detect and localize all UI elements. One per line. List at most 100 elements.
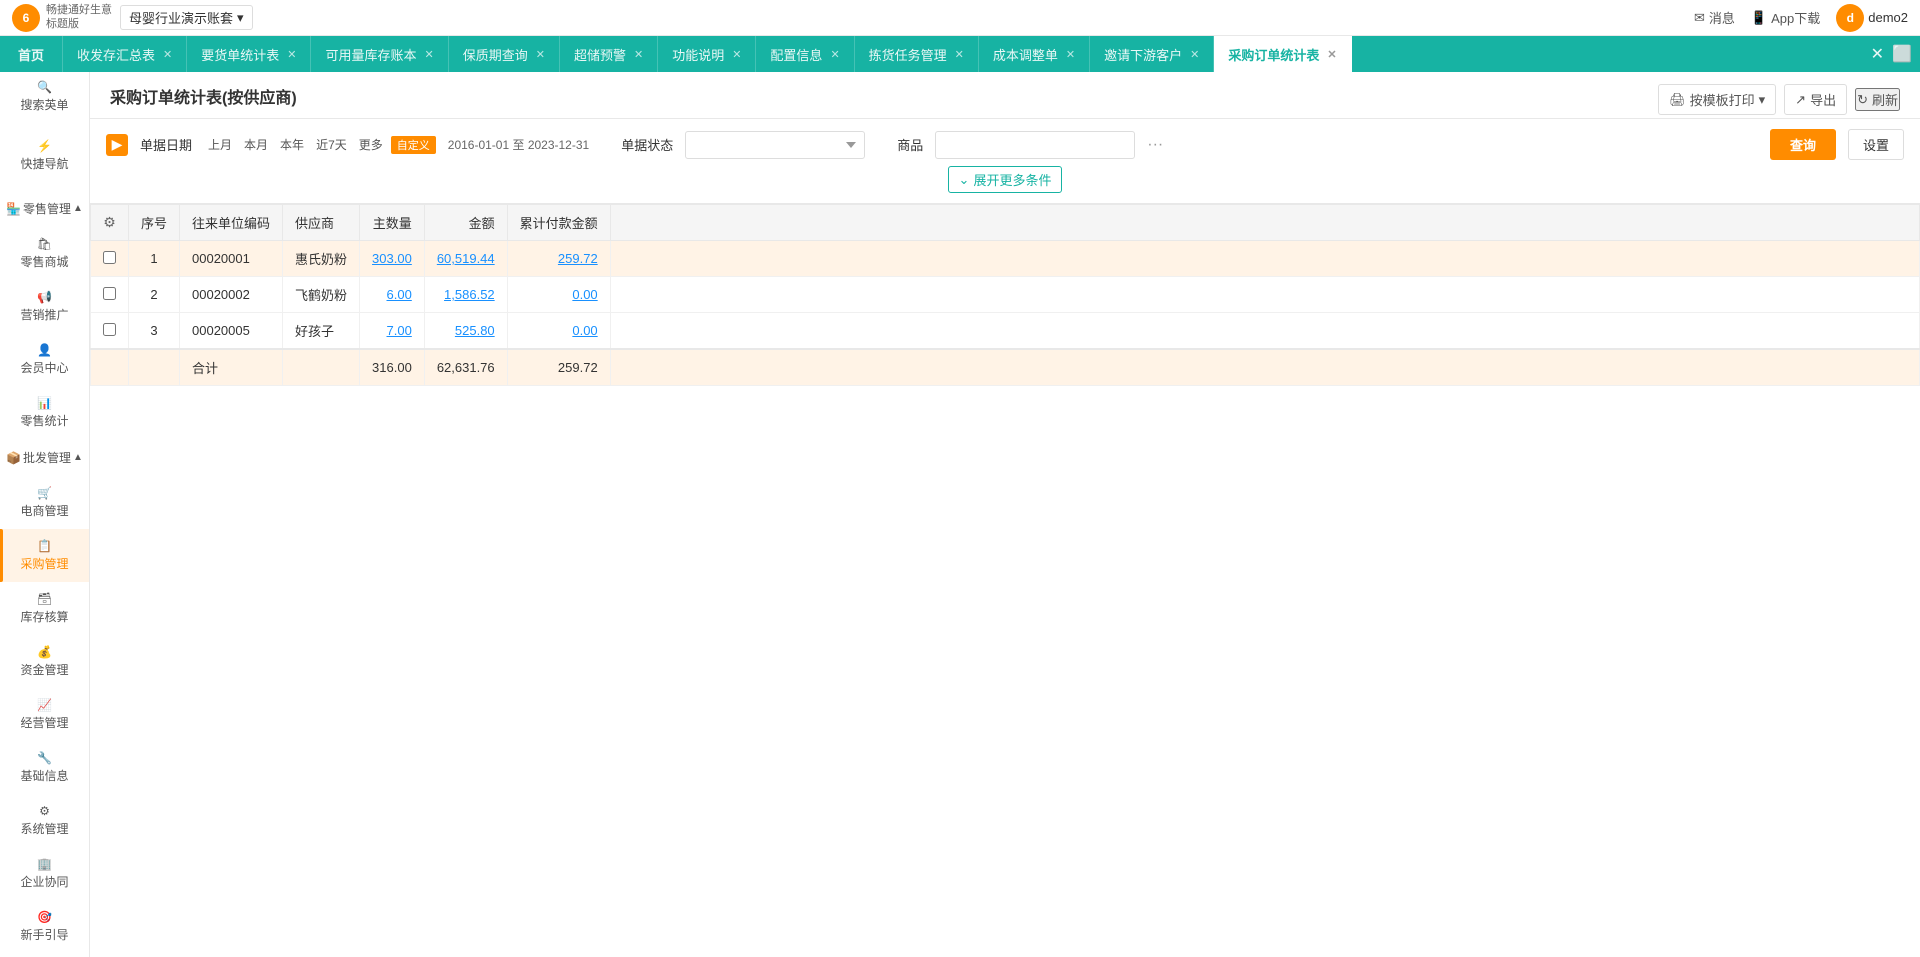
export-button[interactable]: ↗ 导出 [1784, 84, 1847, 115]
basic-icon: 🔧 [37, 751, 52, 765]
row-paid[interactable]: 259.72 [507, 241, 610, 277]
settings-gear-icon[interactable]: ⚙ [103, 214, 116, 230]
tab-config[interactable]: 配置信息 ✕ [756, 36, 854, 72]
row-supplier: 飞鹤奶粉 [283, 277, 360, 313]
tab-cost[interactable]: 成本调整单 ✕ [979, 36, 1090, 72]
sidebar-item-enterprise[interactable]: 🏢 企业协同 [0, 847, 89, 900]
row-paid[interactable]: 0.00 [507, 313, 610, 350]
settings-button[interactable]: 设置 [1848, 129, 1904, 160]
sidebar-item-system[interactable]: ⚙ 系统管理 [0, 794, 89, 847]
checkbox[interactable] [103, 287, 116, 300]
close-icon[interactable]: ✕ [634, 48, 643, 61]
message-button[interactable]: ✉ 消息 [1694, 8, 1735, 27]
sidebar-item-purchase[interactable]: 📋 采购管理 [0, 529, 89, 582]
row-amount[interactable]: 525.80 [424, 313, 507, 350]
row-qty[interactable]: 303.00 [360, 241, 425, 277]
footer-label: 合计 [180, 349, 283, 386]
footer-row: 合计 316.00 62,631.76 259.72 [91, 349, 1920, 386]
footer-checkbox-col [91, 349, 129, 386]
close-icon[interactable]: ✕ [287, 48, 296, 61]
user-name[interactable]: demo2 [1868, 10, 1908, 25]
tab-invite[interactable]: 邀请下游客户 ✕ [1090, 36, 1214, 72]
footer-qty: 316.00 [360, 349, 425, 386]
col-amount: 金额 [424, 205, 507, 241]
row-checkbox[interactable] [91, 241, 129, 277]
tab-overstock[interactable]: 超储预警 ✕ [560, 36, 658, 72]
user-area[interactable]: d demo2 [1836, 4, 1908, 32]
sidebar-item-inventory[interactable]: 🗃 库存核算 [0, 582, 89, 635]
shortcut-more[interactable]: 更多 [355, 135, 387, 154]
shortcut-last-month[interactable]: 上月 [204, 135, 236, 154]
tab-close-button[interactable]: ✕ [1871, 44, 1884, 64]
close-icon[interactable]: ✕ [536, 48, 545, 61]
data-table: ⚙ 序号 往来单位编码 供应商 主数量 金额 累计付款金额 1 [90, 204, 1920, 386]
goods-input[interactable] [935, 131, 1135, 159]
close-icon[interactable]: ✕ [163, 48, 172, 61]
member-icon: 👤 [37, 343, 52, 357]
checkbox[interactable] [103, 323, 116, 336]
print-button[interactable]: 🖨 按模板打印 ▾ [1658, 84, 1776, 115]
sidebar-item-marketing[interactable]: 📢 营销推广 [0, 280, 89, 333]
sidebar-item-finance[interactable]: 💰 资金管理 [0, 635, 89, 688]
shortcut-7days[interactable]: 近7天 [312, 135, 351, 154]
more-dots[interactable]: ··· [1147, 136, 1163, 154]
close-icon[interactable]: ✕ [830, 48, 839, 61]
workspace-selector[interactable]: 母婴行业演示账套 ▾ [120, 5, 253, 30]
sidebar-item-appcenter[interactable]: 📱 应用中心 [0, 953, 89, 957]
close-icon[interactable]: ✕ [955, 48, 964, 61]
refresh-button[interactable]: ↻ 刷新 [1855, 88, 1900, 111]
footer-index-col [129, 349, 180, 386]
sidebar-item-member[interactable]: 👤 会员中心 [0, 333, 89, 386]
row-checkbox[interactable] [91, 277, 129, 313]
close-icon[interactable]: ✕ [1066, 48, 1075, 61]
row-paid[interactable]: 0.00 [507, 277, 610, 313]
checkbox[interactable] [103, 251, 116, 264]
row-checkbox[interactable] [91, 313, 129, 350]
row-amount[interactable]: 1,586.52 [424, 277, 507, 313]
row-qty[interactable]: 6.00 [360, 277, 425, 313]
status-select[interactable] [685, 131, 865, 159]
col-unit-code: 往来单位编码 [180, 205, 283, 241]
query-button[interactable]: 查询 [1770, 129, 1836, 160]
tab-purchase-stat[interactable]: 采购订单统计表 ✕ [1214, 36, 1351, 72]
col-index: 序号 [129, 205, 180, 241]
tab-picking[interactable]: 拣货任务管理 ✕ [855, 36, 979, 72]
refresh-icon: ↻ [1857, 92, 1868, 108]
close-icon[interactable]: ✕ [425, 48, 434, 61]
sidebar-item-retail[interactable]: 🏪 零售管理 ▲ [0, 190, 89, 227]
col-supplier: 供应商 [283, 205, 360, 241]
custom-tag[interactable]: 自定义 [391, 136, 436, 154]
sidebar-item-search[interactable]: 🔍 搜索英单 [0, 72, 89, 121]
row-amount[interactable]: 60,519.44 [424, 241, 507, 277]
sidebar-item-retail-shop[interactable]: 🛍 零售商城 [0, 227, 89, 280]
table-row: 2 00020002 飞鹤奶粉 6.00 1,586.52 0.00 [91, 277, 1920, 313]
shortcut-this-year[interactable]: 本年 [276, 135, 308, 154]
close-icon[interactable]: ✕ [732, 48, 741, 61]
sidebar-item-basic[interactable]: 🔧 基础信息 [0, 741, 89, 794]
table-section: ⚙ 序号 往来单位编码 供应商 主数量 金额 累计付款金额 1 [90, 204, 1920, 957]
sidebar-item-wholesale[interactable]: 📦 批发管理 ▲ [0, 439, 89, 476]
sidebar-item-ecommerce[interactable]: 🛒 电商管理 [0, 476, 89, 529]
tab-requisition[interactable]: 要货单统计表 ✕ [187, 36, 311, 72]
close-icon[interactable]: ✕ [1190, 48, 1199, 61]
shop-icon: 🛍 [37, 237, 52, 251]
shortcut-this-month[interactable]: 本月 [240, 135, 272, 154]
sidebar-item-retail-stat[interactable]: 📊 零售统计 [0, 386, 89, 439]
sidebar-item-newguide[interactable]: 🎯 新手引导 [0, 900, 89, 953]
tab-receive[interactable]: 收发存汇总表 ✕ [63, 36, 187, 72]
sidebar-item-operation[interactable]: 📈 经营管理 [0, 688, 89, 741]
filter-toggle-button[interactable]: ▶ [106, 134, 128, 156]
tab-available[interactable]: 可用量库存账本 ✕ [311, 36, 448, 72]
row-qty[interactable]: 7.00 [360, 313, 425, 350]
col-settings[interactable]: ⚙ [91, 205, 129, 241]
sidebar-item-quick-nav[interactable]: ⚡ 快捷导航 [0, 129, 89, 182]
close-icon[interactable]: ✕ [1327, 48, 1336, 61]
expand-more-button[interactable]: ⌄ 展开更多条件 [948, 166, 1063, 193]
tab-expiry[interactable]: 保质期查询 ✕ [449, 36, 560, 72]
system-icon: ⚙ [39, 804, 50, 818]
tab-funcinfo[interactable]: 功能说明 ✕ [658, 36, 756, 72]
tab-home[interactable]: 首页 [0, 36, 63, 72]
tab-maximize-button[interactable]: ⬜ [1892, 44, 1912, 64]
chevron-icon: ▲ [73, 203, 83, 214]
app-download-button[interactable]: 📱 App下载 [1751, 8, 1820, 27]
